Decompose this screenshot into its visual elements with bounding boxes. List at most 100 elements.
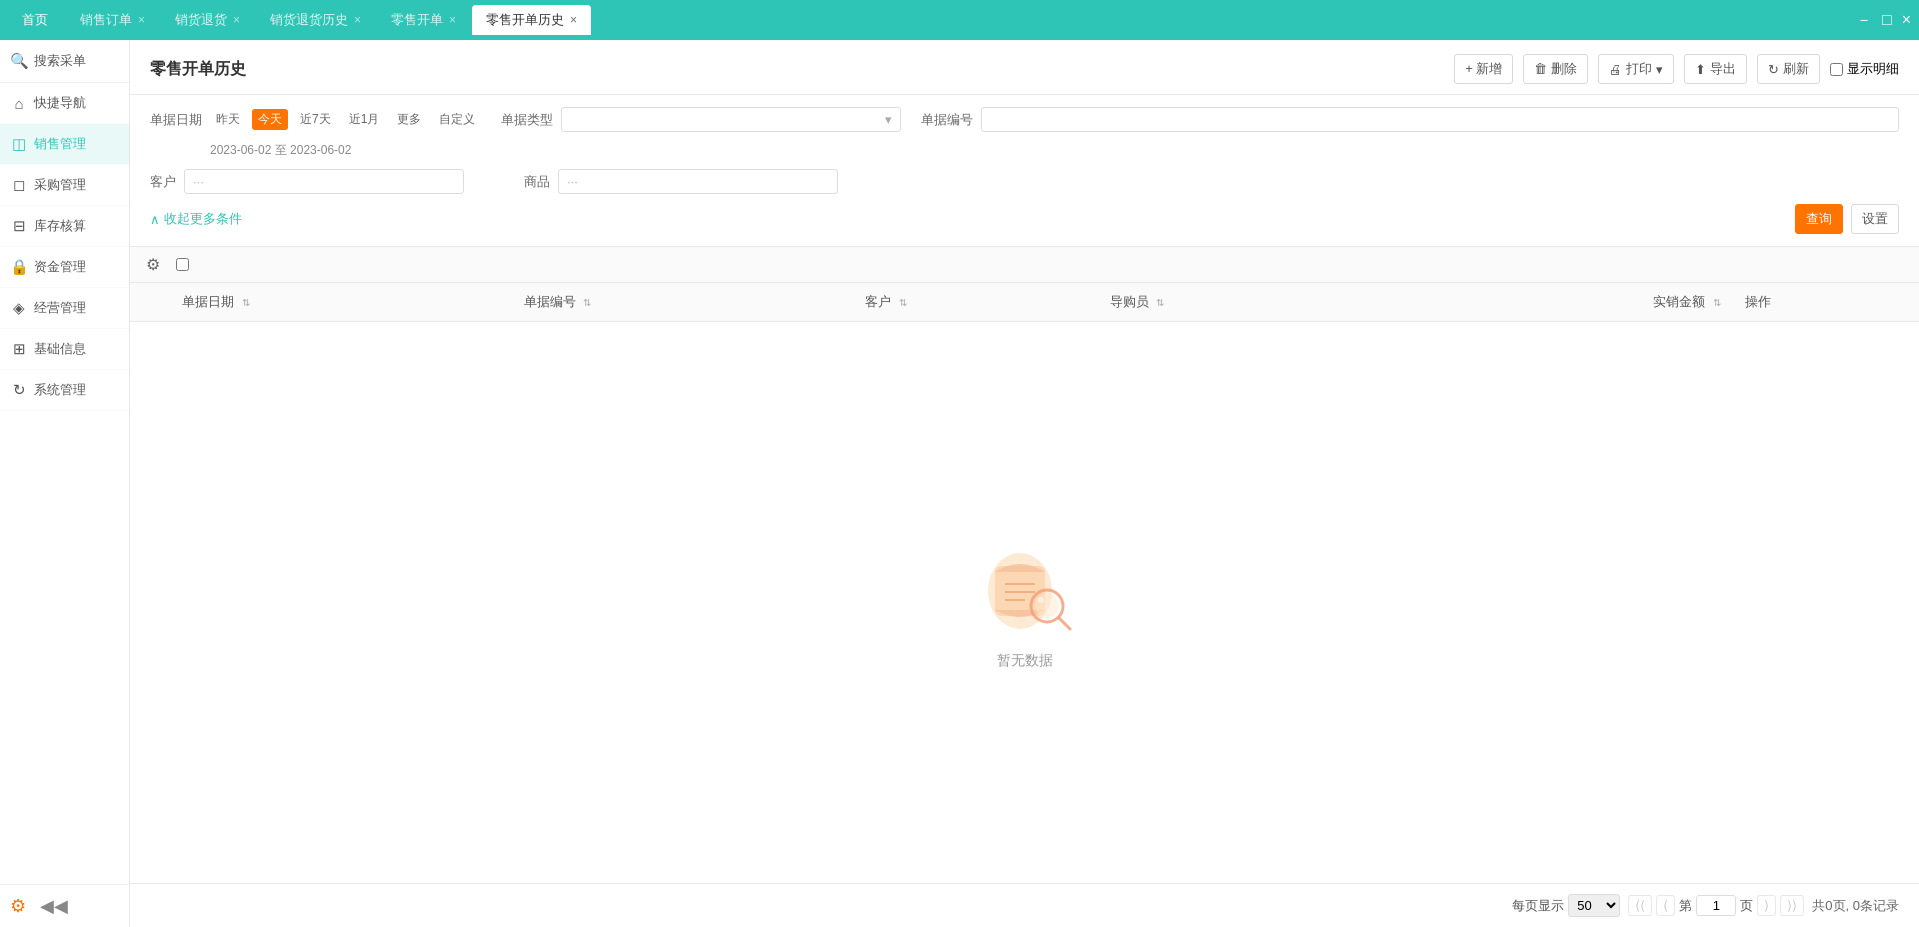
sidebar-bottom: ⚙ ◀◀ (0, 884, 129, 927)
date-btn-yesterday[interactable]: 昨天 (210, 109, 246, 130)
export-label: 导出 (1710, 60, 1736, 78)
print-button[interactable]: 🖨 打印 ▾ (1598, 54, 1674, 84)
first-page-button[interactable]: ⟨⟨ (1628, 895, 1652, 916)
th-actions-label: 操作 (1745, 294, 1771, 309)
th-date[interactable]: 单据日期 ⇅ (170, 283, 512, 322)
page-input[interactable] (1696, 895, 1736, 916)
tab-sales-order[interactable]: 销售订单 × (66, 5, 159, 35)
sidebar-search-label: 搜索采单 (34, 52, 86, 70)
date-btn-today[interactable]: 今天 (252, 109, 288, 130)
product-label: 商品 (524, 173, 550, 191)
sidebar-item-system[interactable]: ↻ 系统管理 (0, 370, 129, 411)
finance-icon: 🔒 (10, 258, 28, 276)
sidebar-item-label: 基础信息 (34, 340, 86, 358)
product-filter: 商品 ··· (524, 169, 838, 194)
purchase-icon: ◻ (10, 176, 28, 194)
product-input[interactable]: ··· (558, 169, 838, 194)
table-header-row: 单据日期 ⇅ 单据编号 ⇅ 客户 ⇅ 导购员 ⇅ (130, 283, 1919, 322)
filter-area: 单据日期 昨天 今天 近7天 近1月 更多 自定义 单据类型 ▾ (130, 95, 1919, 247)
delete-button[interactable]: 🗑 删除 (1523, 54, 1588, 84)
page-nav: ⟨⟨ ⟨ 第 页 ⟩ ⟩⟩ (1628, 895, 1804, 916)
header-actions: + 新增 🗑 删除 🖨 打印 ▾ ⬆ 导出 ↻ 刷新 显示明细 (1454, 54, 1899, 84)
sidebar-item-label: 库存核算 (34, 217, 86, 235)
customer-input[interactable]: ··· (184, 169, 464, 194)
next-page-button[interactable]: ⟩ (1757, 895, 1776, 916)
page-title: 零售开单历史 (150, 59, 246, 80)
display-detail-checkbox-wrapper[interactable]: 显示明细 (1830, 60, 1899, 78)
select-all-checkbox[interactable] (176, 258, 189, 271)
retail-open-tab-close[interactable]: × (449, 13, 456, 27)
empty-illustration (965, 536, 1085, 636)
sidebar-item-label: 快捷导航 (34, 94, 86, 112)
tab-sales-return[interactable]: 销货退货 × (161, 5, 254, 35)
th-customer-sort-icon: ⇅ (899, 297, 907, 308)
retail-open-history-tab-label: 零售开单历史 (486, 11, 564, 29)
sidebar-search[interactable]: 🔍 搜索采单 (0, 40, 129, 83)
retail-open-history-tab-close[interactable]: × (570, 13, 577, 27)
prev-page-button[interactable]: ⟨ (1656, 895, 1675, 916)
minimize-button[interactable]: － (1856, 10, 1872, 31)
doc-type-select[interactable]: ▾ (561, 107, 901, 132)
date-btn-custom[interactable]: 自定义 (433, 109, 481, 130)
doc-type-filter: 单据类型 ▾ (501, 107, 901, 132)
th-amount[interactable]: 实销金额 ⇅ (1391, 283, 1733, 322)
th-customer[interactable]: 客户 ⇅ (853, 283, 1098, 322)
sidebar-item-operation[interactable]: ◈ 经营管理 (0, 288, 129, 329)
sales-order-tab-label: 销售订单 (80, 11, 132, 29)
collapse-icon: ∧ (150, 212, 160, 227)
data-table: 单据日期 ⇅ 单据编号 ⇅ 客户 ⇅ 导购员 ⇅ (130, 283, 1919, 322)
sidebar-item-label: 采购管理 (34, 176, 86, 194)
date-btn-1month[interactable]: 近1月 (343, 109, 386, 130)
operation-icon: ◈ (10, 299, 28, 317)
sales-return-history-tab-close[interactable]: × (354, 13, 361, 27)
add-button[interactable]: + 新增 (1454, 54, 1513, 84)
collapse-button[interactable]: ∧ 收起更多条件 (150, 206, 242, 232)
sidebar-item-quick-nav[interactable]: ⌂ 快捷导航 (0, 83, 129, 124)
tab-retail-open[interactable]: 零售开单 × (377, 5, 470, 35)
sidebar-item-purchase[interactable]: ◻ 采购管理 (0, 165, 129, 206)
sidebar-collapse-icon[interactable]: ◀◀ (40, 895, 68, 917)
inventory-icon: ⊟ (10, 217, 28, 235)
pagination: 每页显示 50 10 20 100 ⟨⟨ ⟨ 第 页 ⟩ ⟩⟩ 共0页, 0条记… (130, 883, 1919, 927)
page-label-end: 页 (1740, 897, 1753, 915)
sales-return-history-tab-label: 销货退货历史 (270, 11, 348, 29)
main-layout: 🔍 搜索采单 ⌂ 快捷导航 ◫ 销售管理 ◻ 采购管理 ⊟ 库存核算 🔒 资金管… (0, 40, 1919, 927)
tab-home[interactable]: 首页 (8, 5, 62, 35)
date-btn-more[interactable]: 更多 (391, 109, 427, 130)
doc-no-input[interactable] (981, 107, 1899, 132)
doc-type-label: 单据类型 (501, 111, 553, 129)
sales-return-tab-close[interactable]: × (233, 13, 240, 27)
tab-retail-open-history[interactable]: 零售开单历史 × (472, 5, 591, 35)
sidebar-item-label: 经营管理 (34, 299, 86, 317)
sidebar-item-finance[interactable]: 🔒 资金管理 (0, 247, 129, 288)
sidebar-item-basic-info[interactable]: ⊞ 基础信息 (0, 329, 129, 370)
tab-sales-return-history[interactable]: 销货退货历史 × (256, 5, 375, 35)
filter-actions: ∧ 收起更多条件 查询 设置 (150, 204, 1899, 234)
quick-nav-icon: ⌂ (10, 95, 28, 112)
svg-point-8 (1038, 597, 1044, 603)
page-label: 第 (1679, 897, 1692, 915)
display-detail-label: 显示明细 (1847, 60, 1899, 78)
close-button[interactable]: × (1902, 11, 1911, 29)
page-size-dropdown[interactable]: 50 10 20 100 (1568, 894, 1620, 917)
maximize-button[interactable]: □ (1882, 11, 1892, 29)
sidebar-item-sales[interactable]: ◫ 销售管理 (0, 124, 129, 165)
table-area: ⚙ 单据日期 ⇅ 单据编号 ⇅ (130, 247, 1919, 883)
search-icon: 🔍 (10, 52, 28, 70)
th-salesperson[interactable]: 导购员 ⇅ (1098, 283, 1391, 322)
settings-filter-button[interactable]: 设置 (1851, 204, 1899, 234)
query-button[interactable]: 查询 (1795, 204, 1843, 234)
doc-type-dropdown-icon: ▾ (885, 112, 892, 127)
sidebar-settings-icon[interactable]: ⚙ (10, 895, 26, 917)
refresh-button[interactable]: ↻ 刷新 (1757, 54, 1820, 84)
display-detail-checkbox[interactable] (1830, 63, 1843, 76)
export-button[interactable]: ⬆ 导出 (1684, 54, 1747, 84)
th-salesperson-label: 导购员 (1110, 294, 1149, 309)
last-page-button[interactable]: ⟩⟩ (1780, 895, 1804, 916)
sidebar-item-inventory[interactable]: ⊟ 库存核算 (0, 206, 129, 247)
date-btn-7days[interactable]: 近7天 (294, 109, 337, 130)
sales-order-tab-close[interactable]: × (138, 13, 145, 27)
table-settings-icon[interactable]: ⚙ (146, 255, 160, 274)
th-no[interactable]: 单据编号 ⇅ (512, 283, 854, 322)
filter-row-2: 客户 ··· 商品 ··· (150, 169, 1899, 194)
